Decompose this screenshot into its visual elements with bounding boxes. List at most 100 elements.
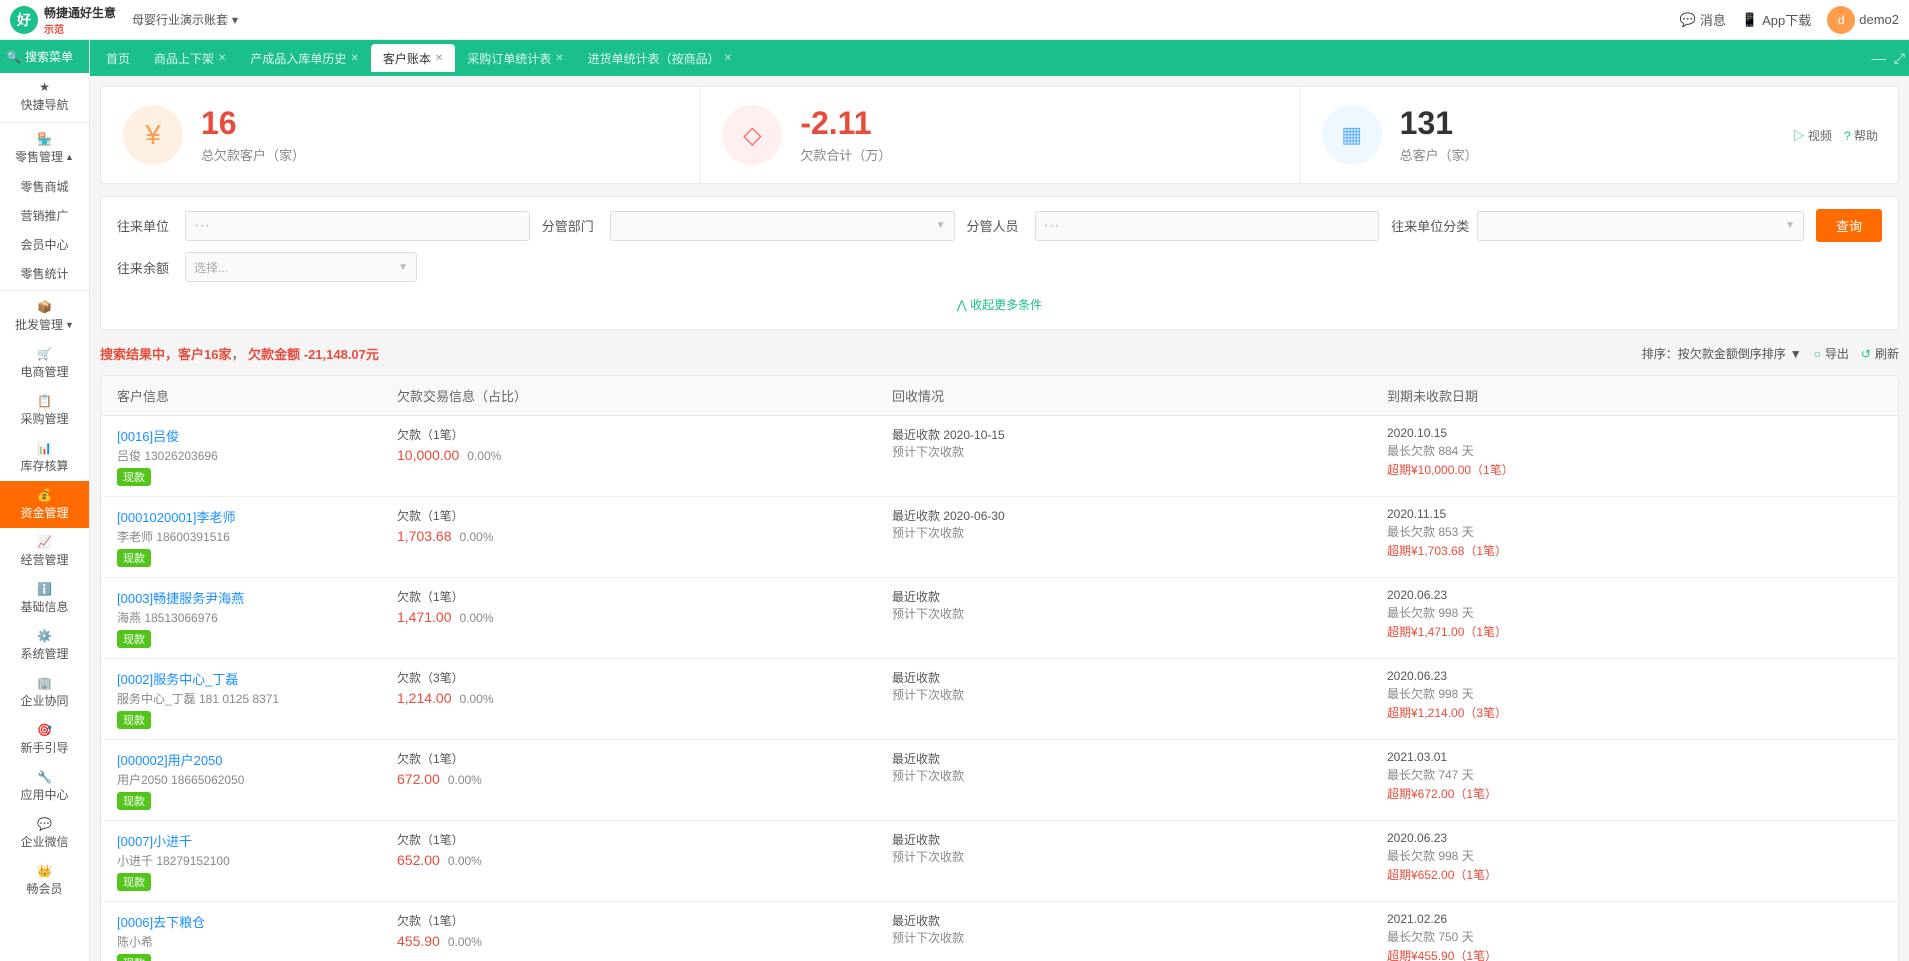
tab-purchase-order[interactable]: 采购订单统计表 ✕ — [455, 44, 575, 72]
customer-phone: 陈小希 — [117, 933, 397, 950]
customer-name-link[interactable]: [0007]小进千 — [117, 831, 397, 850]
stat-card-total: ▦ 131 总客户（家） ▷ 视频 ? 帮助 — [1300, 87, 1898, 183]
due-date-cell: 2020.06.23 最长欠款 998 天 超期¥1,471.00（1笔） — [1387, 588, 1882, 640]
customer-name-link[interactable]: [0001020001]李老师 — [117, 507, 397, 526]
debt-info-cell: 欠款（1笔） 455.90 0.00% — [397, 912, 892, 949]
sort-btn[interactable]: 排序：按欠款金额倒序排序 ▼ — [1642, 345, 1802, 362]
top-bar-right: 💬 消息 📱 App下载 d demo2 — [1680, 6, 1899, 34]
dept-select[interactable]: ▼ — [610, 211, 955, 241]
debt-info-cell: 欠款（1笔） 1,471.00 0.00% — [397, 588, 892, 625]
video-btn[interactable]: ▷ 视频 — [1793, 127, 1832, 144]
sidebar-item-member-vip[interactable]: 👑 畅会员 — [0, 857, 89, 904]
sort-icon: ▼ — [1790, 347, 1802, 361]
sidebar-item-basic-info[interactable]: ℹ️ 基础信息 — [0, 575, 89, 622]
app-download-btn[interactable]: 📱 App下载 — [1742, 10, 1811, 29]
tab-close-purchase[interactable]: ✕ — [555, 53, 563, 64]
sidebar-item-member[interactable]: 会员中心 — [0, 230, 89, 259]
tab-customer-account[interactable]: 客户账本 ✕ — [371, 44, 455, 72]
overdue-amount[interactable]: 超期¥455.90（1笔） — [1387, 947, 1882, 961]
sidebar-item-stock-calc[interactable]: 📊 库存核算 — [0, 434, 89, 481]
help-btn[interactable]: ? 帮助 — [1844, 127, 1878, 144]
logo-icon: 好 — [10, 6, 38, 34]
overdue-amount[interactable]: 超期¥1,703.68（1笔） — [1387, 542, 1882, 559]
debt-amount[interactable]: 10,000.00 — [397, 447, 459, 463]
debt-amount[interactable]: 652.00 — [397, 852, 440, 868]
overdue-amount[interactable]: 超期¥1,471.00（1笔） — [1387, 623, 1882, 640]
badge-xianjin: 现款 — [117, 711, 151, 729]
sidebar-item-app-center[interactable]: 🔧 应用中心 — [0, 763, 89, 810]
sidebar-item-enterprise[interactable]: 🏢 企业协同 — [0, 669, 89, 716]
overdue-amount[interactable]: 超期¥652.00（1笔） — [1387, 866, 1882, 883]
tab-product-online[interactable]: 商品上下架 ✕ — [142, 44, 238, 72]
balance-select[interactable]: 选择... ▼ — [185, 252, 417, 282]
tab-close-customer[interactable]: ✕ — [435, 53, 443, 64]
dots-icon2: ··· — [1044, 217, 1060, 235]
last-collect: 最近收款 2020-06-30 — [892, 507, 1387, 524]
debt-amount[interactable]: 1,703.68 — [397, 528, 452, 544]
debt-amount[interactable]: 672.00 — [397, 771, 440, 787]
sidebar-item-corp-wechat[interactable]: 💬 企业微信 — [0, 810, 89, 857]
sidebar-item-sys-mgmt[interactable]: ⚙️ 系统管理 — [0, 622, 89, 669]
tabs-minimize-btn[interactable]: — — [1872, 50, 1886, 66]
debt-info-cell: 欠款（3笔） 1,214.00 0.00% — [397, 669, 892, 706]
customer-name-link[interactable]: [0003]畅捷服务尹海燕 — [117, 588, 397, 607]
badge-xianjin: 现款 — [117, 549, 151, 567]
overdue-amount[interactable]: 超期¥1,214.00（3笔） — [1387, 704, 1882, 721]
user-menu[interactable]: d demo2 — [1827, 6, 1899, 34]
customer-name-link[interactable]: [000002]用户2050 — [117, 750, 397, 769]
unit-class-select[interactable]: ▼ — [1477, 211, 1804, 241]
brand-sub: 示范 — [44, 21, 116, 36]
tabs-maximize-btn[interactable]: ⤢ — [1894, 50, 1905, 67]
sidebar-item-ecommerce[interactable]: 🛒 电商管理 — [0, 340, 89, 387]
export-btn[interactable]: ○ 导出 — [1814, 345, 1849, 362]
sidebar-item-batch-mgmt[interactable]: 📦 批发管理 ▼ — [0, 293, 89, 340]
filter-person: 分管人员 ··· — [967, 211, 1380, 241]
collapse-bar[interactable]: ⋀ 收起更多条件 — [117, 292, 1882, 317]
search-button[interactable]: 查询 — [1816, 209, 1882, 242]
tab-purchase-stats[interactable]: 进货单统计表（按商品） ✕ — [576, 44, 744, 72]
due-date-cell: 2020.10.15 最长欠款 884 天 超期¥10,000.00（1笔） — [1387, 426, 1882, 478]
overdue-amount[interactable]: 超期¥10,000.00（1笔） — [1387, 461, 1882, 478]
demo-select[interactable]: 母婴行业演示账套 ▾ — [132, 11, 238, 28]
source-unit-input[interactable]: ··· — [185, 211, 530, 241]
header-debt-info: 欠款交易信息（占比） — [397, 386, 892, 405]
sidebar-search-btn[interactable]: 🔍 搜索菜单 — [0, 40, 89, 73]
sidebar-item-purchase[interactable]: 📋 采购管理 — [0, 387, 89, 434]
overdue-amount[interactable]: 超期¥672.00（1笔） — [1387, 785, 1882, 802]
debt-amount[interactable]: 1,471.00 — [397, 609, 452, 625]
customer-name-link[interactable]: [0002]服务中心_丁磊 — [117, 669, 397, 688]
star-icon: ★ — [39, 80, 50, 94]
customer-name-link[interactable]: [0006]去下粮仓 — [117, 912, 397, 931]
customer-name-link[interactable]: [0016]吕俊 — [117, 426, 397, 445]
batch-icon: 📦 — [37, 300, 52, 314]
table-row: [0016]吕俊 吕俊 13026203696 现款 欠款（1笔） 10,000… — [101, 416, 1898, 497]
sidebar-item-quick-nav[interactable]: ★ 快捷导航 — [0, 73, 89, 120]
chevron-down-icon: ▾ — [232, 13, 238, 27]
customer-phone: 小进千 18279152100 — [117, 852, 397, 869]
message-btn[interactable]: 💬 消息 — [1680, 10, 1726, 29]
next-collect: 预计下次收款 — [892, 686, 1387, 703]
tab-home[interactable]: 首页 — [94, 44, 142, 72]
table-row: [0003]畅捷服务尹海燕 海燕 18513066976 现款 欠款（1笔） 1… — [101, 578, 1898, 659]
sidebar-item-ops-mgmt[interactable]: 📈 经营管理 — [0, 528, 89, 575]
last-collect: 最近收款 — [892, 912, 1387, 929]
debt-amount[interactable]: 455.90 — [397, 933, 440, 949]
tab-produce-history[interactable]: 产成品入库单历史 ✕ — [238, 44, 370, 72]
app-icon: 🔧 — [37, 770, 52, 784]
arrow-icon: ▲ — [65, 152, 74, 162]
sidebar-item-new-guide[interactable]: 🎯 新手引导 — [0, 716, 89, 763]
tab-close-produce[interactable]: ✕ — [350, 53, 358, 64]
finance-icon: 💰 — [37, 488, 52, 502]
tab-close-stats[interactable]: ✕ — [724, 53, 732, 64]
sidebar-item-retail-stats[interactable]: 零售统计 — [0, 259, 89, 288]
max-days: 最长欠款 998 天 — [1387, 847, 1882, 864]
return-info-cell: 最近收款 预计下次收款 — [892, 588, 1387, 622]
sidebar-item-retail-mgmt[interactable]: 🏪 零售管理 ▲ — [0, 125, 89, 172]
sidebar-item-retail-mall[interactable]: 零售商城 — [0, 172, 89, 201]
refresh-btn[interactable]: ↺ 刷新 — [1861, 345, 1899, 362]
sidebar-item-finance[interactable]: 💰 资金管理 — [0, 481, 89, 528]
sidebar-item-marketing[interactable]: 营销推广 — [0, 201, 89, 230]
tab-close-product[interactable]: ✕ — [218, 53, 226, 64]
debt-amount[interactable]: 1,214.00 — [397, 690, 452, 706]
person-input[interactable]: ··· — [1035, 211, 1380, 241]
